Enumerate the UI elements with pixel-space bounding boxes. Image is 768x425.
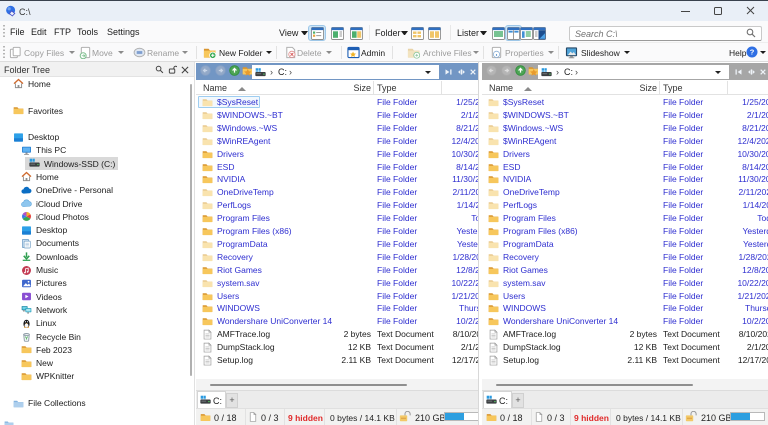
svg-text:?: ? xyxy=(750,48,755,57)
